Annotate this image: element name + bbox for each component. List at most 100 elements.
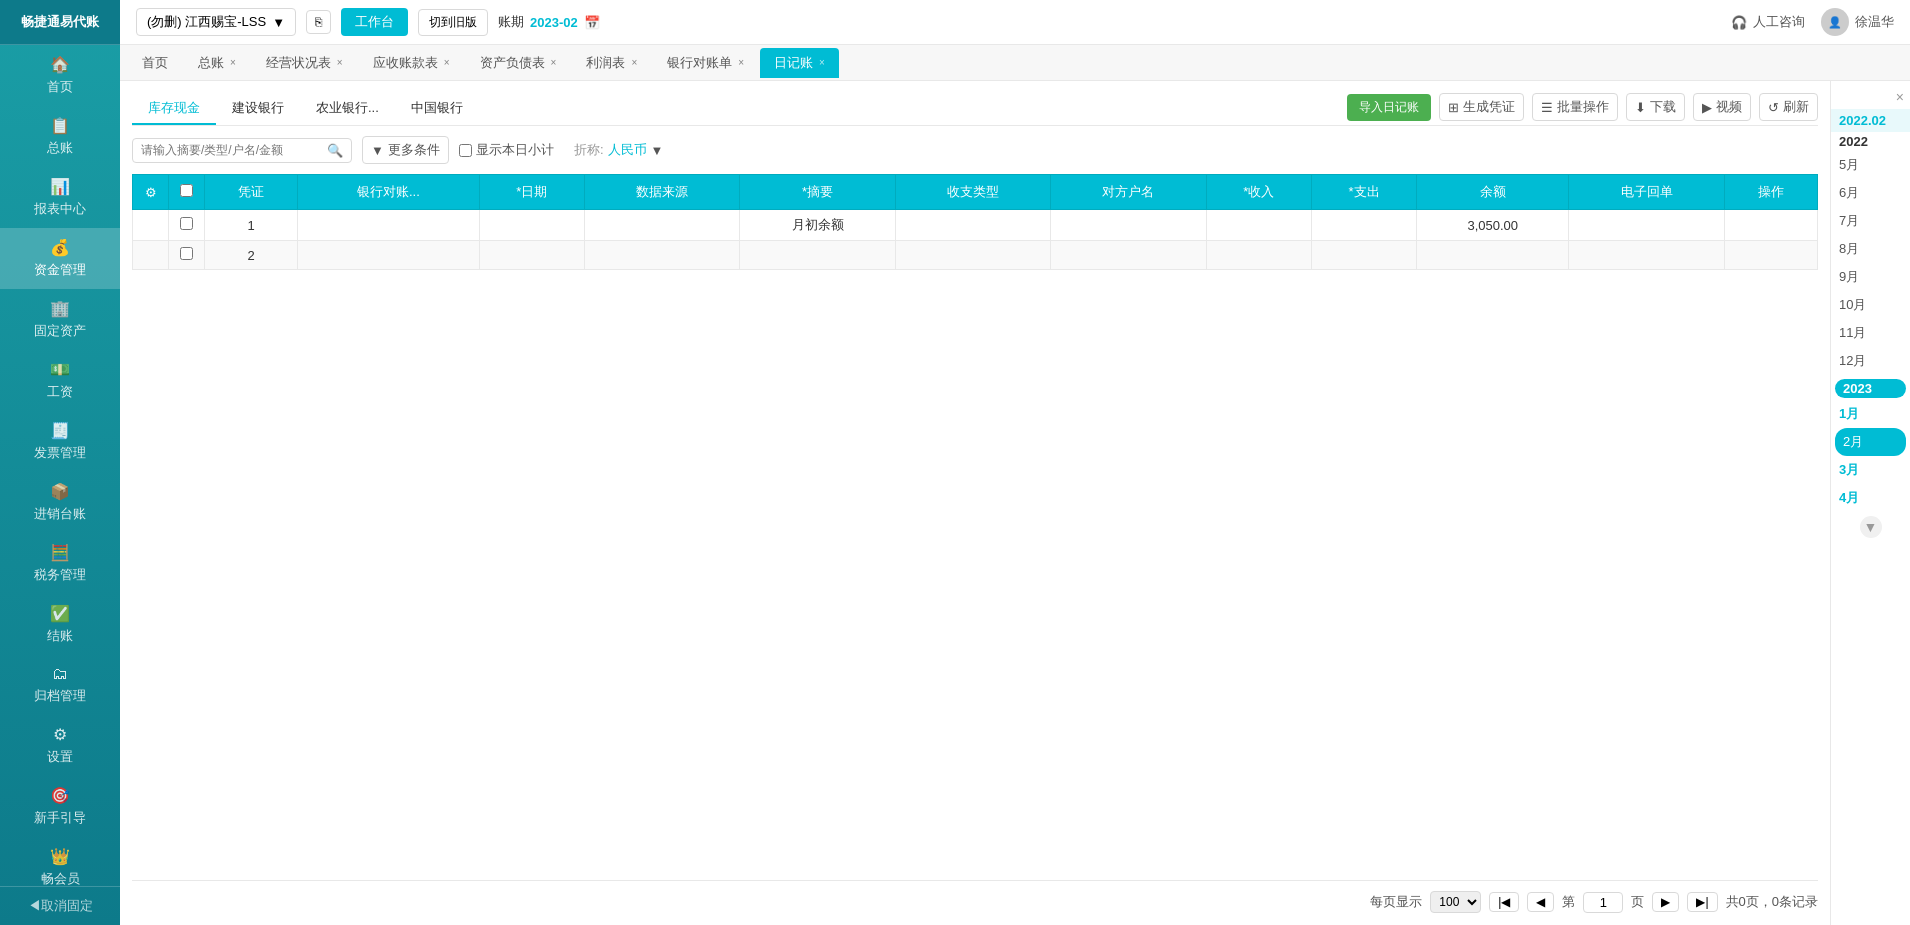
month-2022-05[interactable]: 5月 [1831,151,1910,179]
sidebar-item-invoice[interactable]: 🧾 发票管理 [0,411,120,472]
page-size-select[interactable]: 100 50 200 [1430,891,1481,913]
col-voucher: 凭证 [205,175,298,210]
batch-op-button[interactable]: ☰ 批量操作 [1532,93,1618,121]
bank-tab-agricultural[interactable]: 农业银行... [300,93,395,125]
row-checkbox[interactable] [169,241,205,270]
video-button[interactable]: ▶ 视频 [1693,93,1751,121]
date-panel-close-button[interactable]: × [1831,85,1910,109]
currency-chevron-icon[interactable]: ▼ [651,143,664,158]
tab-bank-statement[interactable]: 银行对账单 × [653,48,758,78]
first-page-button[interactable]: |◀ [1489,892,1519,912]
sidebar-item-stockbook[interactable]: 📦 进销台账 [0,472,120,533]
topbar-right: 🎧 人工咨询 👤 徐温华 [1731,8,1894,36]
voucher-icon: ⊞ [1448,100,1459,115]
row-date [479,210,584,241]
batch-icon: ☰ [1541,100,1553,115]
sidebar-item-close[interactable]: ✅ 结账 [0,594,120,655]
bank-tab-china[interactable]: 中国银行 [395,93,479,125]
month-2022-09[interactable]: 9月 [1831,263,1910,291]
reports-icon: 📊 [50,177,70,196]
filter-button[interactable]: ▼ 更多条件 [362,136,449,164]
next-page-button[interactable]: ▶ [1652,892,1679,912]
year-2022: 2022 [1831,132,1910,151]
row-checkbox[interactable] [169,210,205,241]
show-subtotal-checkbox[interactable] [459,144,472,157]
company-selector[interactable]: (勿删) 江西赐宝-LSS ▼ [136,8,296,36]
select-all-checkbox[interactable] [180,184,193,197]
row-bank-match [298,241,479,270]
tab-business[interactable]: 经营状况表 × [252,48,357,78]
table-container: ⚙ 凭证 银行对账... *日期 数据来源 *摘要 收支类型 对方户名 *收入 … [132,174,1818,880]
date-nav: ▼ [1831,512,1910,542]
month-2022-12[interactable]: 12月 [1831,347,1910,375]
row-bank-match [298,210,479,241]
page-number-input[interactable] [1583,892,1623,913]
date-nav-down-button[interactable]: ▼ [1860,516,1882,538]
search-input[interactable] [141,143,321,157]
month-2022-07[interactable]: 7月 [1831,207,1910,235]
close-icon[interactable]: × [551,57,557,68]
close-icon[interactable]: × [738,57,744,68]
month-2022-11[interactable]: 11月 [1831,319,1910,347]
sidebar-item-reports[interactable]: 📊 报表中心 [0,167,120,228]
sidebar-item-salary[interactable]: 💵 工资 [0,350,120,411]
sidebar-item-tax[interactable]: 🧮 税务管理 [0,533,120,594]
month-2023-02[interactable]: 2月 [1835,428,1906,456]
sidebar-item-archive[interactable]: 🗂 归档管理 [0,655,120,715]
sidebar-item-assets[interactable]: 🏢 固定资产 [0,289,120,350]
month-2022-06[interactable]: 6月 [1831,179,1910,207]
tab-home[interactable]: 首页 [128,48,182,78]
tab-journal[interactable]: 日记账 × [760,48,839,78]
row-expense [1311,210,1416,241]
import-journal-button[interactable]: 导入日记账 [1347,94,1431,121]
close-icon[interactable]: × [444,57,450,68]
sidebar-item-ledger[interactable]: 📋 总账 [0,106,120,167]
refresh-button[interactable]: ↺ 刷新 [1759,93,1818,121]
search-box[interactable]: 🔍 [132,138,352,163]
sidebar-item-finance[interactable]: 💰 资金管理 [0,228,120,289]
sidebar-item-home[interactable]: 🏠 首页 [0,45,120,106]
close-icon[interactable]: × [230,57,236,68]
app-logo: 畅捷通易代账 [0,0,120,45]
refresh-icon: ↺ [1768,100,1779,115]
col-action: 操作 [1724,175,1817,210]
prev-page-button[interactable]: ◀ [1527,892,1554,912]
month-2022-08[interactable]: 8月 [1831,235,1910,263]
bank-tab-cash[interactable]: 库存现金 [132,93,216,125]
checkbox-col-header[interactable] [169,175,205,210]
month-2023-04[interactable]: 4月 [1831,484,1910,512]
month-2023-03[interactable]: 3月 [1831,456,1910,484]
old-version-button[interactable]: 切到旧版 [418,9,488,36]
sidebar-item-settings[interactable]: ⚙ 设置 [0,715,120,776]
month-2023-01[interactable]: 1月 [1831,400,1910,428]
workbench-button[interactable]: 工作台 [341,8,408,36]
last-page-button[interactable]: ▶| [1687,892,1717,912]
settings-col-header[interactable]: ⚙ [133,175,169,210]
row-action [1724,210,1817,241]
support-link[interactable]: 🎧 人工咨询 [1731,13,1805,31]
close-ledger-icon: ✅ [50,604,70,623]
tab-receivable[interactable]: 应收账款表 × [359,48,464,78]
user-menu[interactable]: 👤 徐温华 [1821,8,1894,36]
journal-main: 库存现金 建设银行 农业银行... 中国银行 导入日记账 ⊞ 生成凭证 [120,81,1830,925]
row-electronic [1569,210,1724,241]
download-button[interactable]: ⬇ 下载 [1626,93,1685,121]
month-2022-10[interactable]: 10月 [1831,291,1910,319]
calendar-icon[interactable]: 📅 [584,15,600,30]
pin-toggle[interactable]: ◀取消固定 [0,886,120,925]
row-action [1724,241,1817,270]
tab-ledger[interactable]: 总账 × [184,48,250,78]
close-icon[interactable]: × [631,57,637,68]
row-no: 1 [205,210,298,241]
col-electronic: 电子回单 [1569,175,1724,210]
gen-voucher-button[interactable]: ⊞ 生成凭证 [1439,93,1524,121]
show-subtotal-label[interactable]: 显示本日小计 [459,141,554,159]
search-icon[interactable]: 🔍 [327,143,343,158]
bank-tab-construction[interactable]: 建设银行 [216,93,300,125]
copy-button[interactable]: ⎘ [306,10,331,34]
tab-profit[interactable]: 利润表 × [572,48,651,78]
close-icon[interactable]: × [819,57,825,68]
sidebar-item-guide[interactable]: 🎯 新手引导 [0,776,120,837]
close-icon[interactable]: × [337,57,343,68]
tab-balance[interactable]: 资产负债表 × [466,48,571,78]
